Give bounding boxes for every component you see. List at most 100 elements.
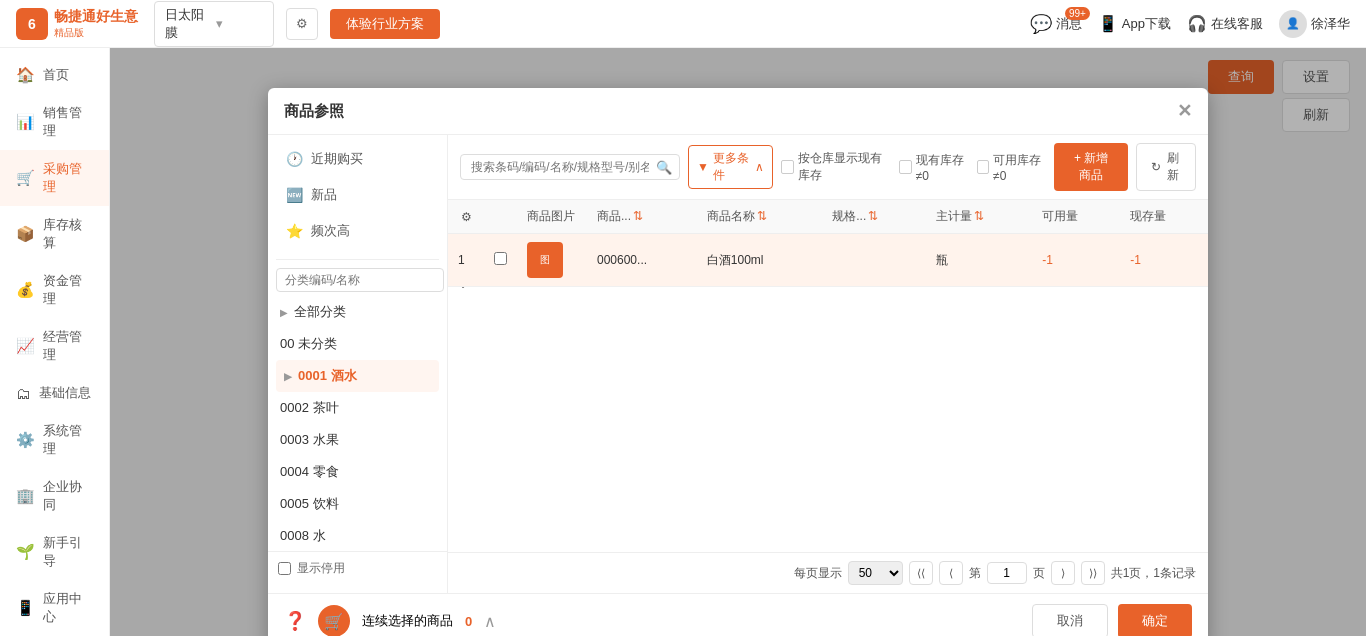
collapse-footer-icon[interactable]: ∧ xyxy=(484,612,496,631)
sidebar-label-enterprise: 企业协同 xyxy=(43,478,93,514)
product-search-icon[interactable]: 🔍 xyxy=(656,160,672,175)
cat-0001[interactable]: ▶ 0001 酒水 xyxy=(276,360,439,392)
cell-spec xyxy=(822,234,926,287)
new-item-icon: 🆕 xyxy=(286,187,303,203)
cat-0002-label: 0002 茶叶 xyxy=(280,399,339,417)
cat-0004-label: 0004 零食 xyxy=(280,463,339,481)
recent-buy-icon: 🕐 xyxy=(286,151,303,167)
high-freq-icon: ⭐ xyxy=(286,223,303,239)
messages-nav[interactable]: 💬 消息 99+ xyxy=(1030,13,1082,35)
th-settings[interactable]: ⚙ xyxy=(448,200,484,234)
display-disabled-checkbox[interactable] xyxy=(278,562,291,575)
cart-btn[interactable]: 🛒 xyxy=(318,605,350,636)
cell-no: 1 xyxy=(448,234,484,287)
avatar: 👤 xyxy=(1279,10,1307,38)
cat-arrow-0001: ▶ xyxy=(284,371,292,382)
cat-0004[interactable]: 0004 零食 xyxy=(276,456,439,488)
user-nav[interactable]: 👤 徐泽华 xyxy=(1279,10,1350,38)
th-code[interactable]: 商品...⇅ xyxy=(587,200,697,234)
store-selector[interactable]: 日太阳膜 ▾ xyxy=(154,1,274,47)
cancel-button[interactable]: 取消 xyxy=(1032,604,1108,636)
toolbar-right: + 新增商品 ↻ 刷新 xyxy=(1054,143,1196,191)
high-freq-item[interactable]: ⭐ 频次高 xyxy=(276,215,439,247)
page-first-btn[interactable]: ⟨⟨ xyxy=(909,561,933,585)
product-table-wrap: ⚙ 商品图片 商品...⇅ 商品名称⇅ xyxy=(448,200,1208,552)
page-input[interactable] xyxy=(987,562,1027,584)
sidebar-item-operations[interactable]: 📈 经营管理 xyxy=(0,318,109,374)
cat-0005[interactable]: 0005 饮料 xyxy=(276,488,439,520)
checkbox-nonzero-available[interactable]: 可用库存≠0 xyxy=(977,152,1046,183)
sidebar-item-purchase[interactable]: 🛒 采购管理 xyxy=(0,150,109,206)
category-search-row: 🔍 xyxy=(268,264,447,296)
checkbox-nonzero-stock[interactable]: 现有库存≠0 xyxy=(899,152,968,183)
cell-name: 白酒100ml xyxy=(697,234,822,287)
cell-available: -1 xyxy=(1032,234,1120,287)
exp-button[interactable]: 体验行业方案 xyxy=(330,9,440,39)
cell-stock: -1 xyxy=(1120,234,1208,287)
sidebar-item-stock[interactable]: 📦 库存核算 xyxy=(0,206,109,262)
add-product-btn[interactable]: + 新增商品 xyxy=(1054,143,1128,191)
category-search-input[interactable] xyxy=(276,268,444,292)
cat-0008[interactable]: 0008 水 xyxy=(276,520,439,551)
checkbox-nonzero-stock-label: 现有库存≠0 xyxy=(916,152,969,183)
filter-icon: ▼ xyxy=(697,160,709,174)
modal-close-btn[interactable]: ✕ xyxy=(1177,100,1192,122)
main-layout: 🏠 首页 📊 销售管理 🛒 采购管理 📦 库存核算 💰 资金管理 📈 经营管理 … xyxy=(0,48,1366,636)
sidebar-item-finance[interactable]: 💰 资金管理 xyxy=(0,262,109,318)
sidebar-item-basic[interactable]: 🗂 基础信息 xyxy=(0,374,109,412)
th-name[interactable]: 商品名称⇅ xyxy=(697,200,822,234)
sidebar-item-sales[interactable]: 📊 销售管理 xyxy=(0,94,109,150)
stock-icon: 📦 xyxy=(16,225,35,243)
page-suffix: 页 xyxy=(1033,565,1045,582)
cat-00[interactable]: 00 未分类 xyxy=(276,328,439,360)
sidebar-item-home[interactable]: 🏠 首页 xyxy=(0,56,109,94)
th-unit[interactable]: 主计量⇅ xyxy=(926,200,1033,234)
cell-check[interactable] xyxy=(484,234,517,287)
checkbox-show-stock[interactable]: 按仓库显示现有库存 xyxy=(781,150,891,184)
new-item-label: 新品 xyxy=(311,186,337,204)
sort-unit-icon: ⇅ xyxy=(974,209,984,223)
sidebar-item-apps[interactable]: 📱 应用中心 xyxy=(0,580,109,636)
service-nav[interactable]: 🎧 在线客服 xyxy=(1187,14,1263,33)
filter-arrow: ∧ xyxy=(755,160,764,174)
help-icon[interactable]: ❓ xyxy=(284,610,306,632)
product-img: 图 xyxy=(527,242,563,278)
th-img: 商品图片 xyxy=(517,200,587,234)
page-last-btn[interactable]: ⟩⟩ xyxy=(1081,561,1105,585)
modal-header: 商品参照 ✕ xyxy=(268,88,1208,135)
modal-footer: ❓ 🛒 连续选择的商品 0 ∧ 取消 确定 xyxy=(268,593,1208,636)
display-disabled-row[interactable]: 显示停用 xyxy=(268,551,447,585)
refresh-btn[interactable]: ↻ 刷新 xyxy=(1136,143,1196,191)
settings-btn[interactable]: ⚙ xyxy=(286,8,318,40)
page-prev-btn[interactable]: ⟨ xyxy=(939,561,963,585)
cell-code: 000600... xyxy=(587,234,697,287)
cat-0001-label: 0001 酒水 xyxy=(298,367,357,385)
th-spec[interactable]: 规格...⇅ xyxy=(822,200,926,234)
table-body: 1 图 000600... 白酒100ml 瓶 -1 xyxy=(448,234,1208,287)
row-checkbox[interactable] xyxy=(494,252,507,265)
product-search-input[interactable] xyxy=(460,154,680,180)
cell-img: 图 xyxy=(517,234,587,287)
checkbox-show-stock-label: 按仓库显示现有库存 xyxy=(798,150,892,184)
sidebar-item-guide[interactable]: 🌱 新手引导 xyxy=(0,524,109,580)
top-nav: 6 畅捷通好生意 精品版 日太阳膜 ▾ ⚙ 体验行业方案 💬 消息 99+ 📱 … xyxy=(0,0,1366,48)
sort-code-icon: ⇅ xyxy=(633,209,643,223)
app-download-nav[interactable]: 📱 App下载 xyxy=(1098,14,1171,33)
checkbox-nonzero-stock-box xyxy=(899,160,911,174)
page-next-btn[interactable]: ⟩ xyxy=(1051,561,1075,585)
cat-all[interactable]: ▶ 全部分类 xyxy=(276,296,439,328)
recent-buy-item[interactable]: 🕐 近期购买 xyxy=(276,143,439,175)
per-page-select[interactable]: 50 100 xyxy=(848,561,903,585)
sidebar-label-sales: 销售管理 xyxy=(43,104,93,140)
sidebar-item-system[interactable]: ⚙️ 系统管理 xyxy=(0,412,109,468)
new-item-nav[interactable]: 🆕 新品 xyxy=(276,179,439,211)
sidebar: 🏠 首页 📊 销售管理 🛒 采购管理 📦 库存核算 💰 资金管理 📈 经营管理 … xyxy=(0,48,110,636)
confirm-button[interactable]: 确定 xyxy=(1118,604,1192,636)
recent-buy-label: 近期购买 xyxy=(311,150,363,168)
filter-button[interactable]: ▼ 更多条件 ∧ xyxy=(688,145,773,189)
cat-0002[interactable]: 0002 茶叶 xyxy=(276,392,439,424)
table-row[interactable]: 1 图 000600... 白酒100ml 瓶 -1 xyxy=(448,234,1208,287)
sidebar-item-enterprise[interactable]: 🏢 企业协同 xyxy=(0,468,109,524)
cat-0003[interactable]: 0003 水果 xyxy=(276,424,439,456)
refresh-icon: ↻ xyxy=(1151,160,1161,174)
